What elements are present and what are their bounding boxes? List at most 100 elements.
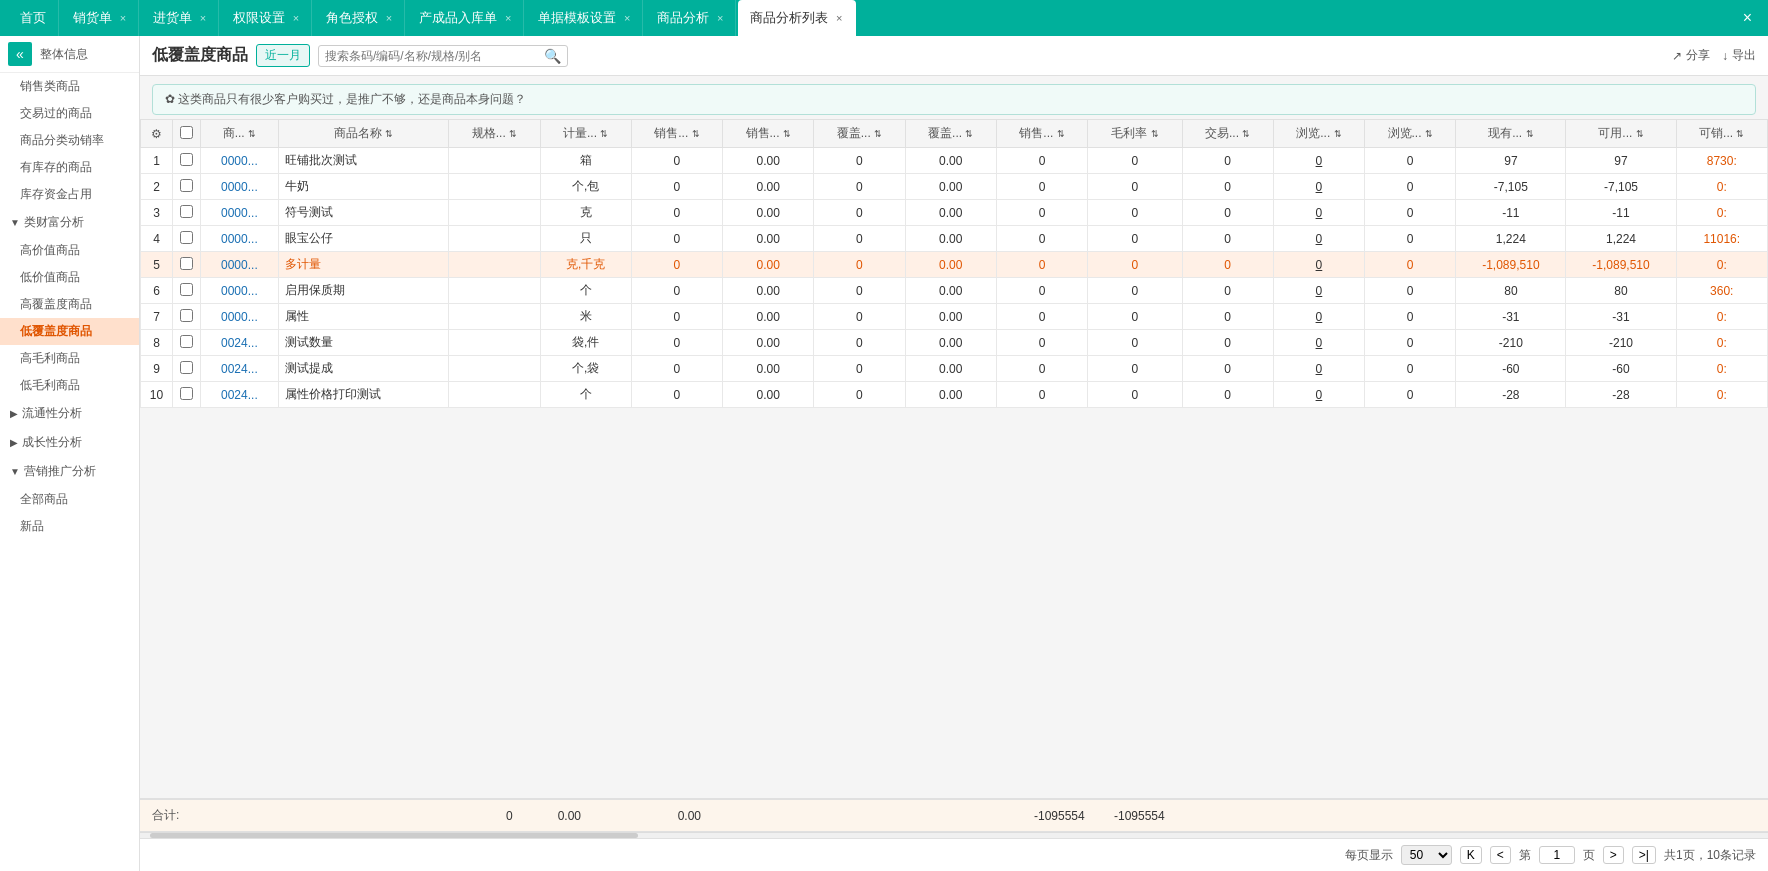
search-input[interactable] (325, 49, 544, 63)
nav-tab-home[interactable]: 首页 (8, 0, 59, 36)
row-select-checkbox[interactable] (180, 257, 193, 270)
sidebar-item-traded-goods[interactable]: 交易过的商品 (0, 100, 139, 127)
row-spec (449, 356, 540, 382)
col-sales-qty[interactable]: 销售... ⇅ (631, 120, 722, 148)
col-unit[interactable]: 计量... ⇅ (540, 120, 631, 148)
row-sales-amt: 0.00 (723, 330, 814, 356)
sidebar-item-category-rate[interactable]: 商品分类动销率 (0, 127, 139, 154)
row-checkbox[interactable] (173, 200, 201, 226)
prev-page-button[interactable]: < (1490, 846, 1511, 864)
row-checkbox[interactable] (173, 330, 201, 356)
nav-tab-permission[interactable]: 权限设置 × (221, 0, 312, 36)
row-sales3: 0 (996, 382, 1087, 408)
row-select-checkbox[interactable] (180, 231, 193, 244)
col-settings[interactable]: ⚙ (141, 120, 173, 148)
sidebar-item-in-stock[interactable]: 有库存的商品 (0, 154, 139, 181)
sidebar-group-growth[interactable]: ▶ 成长性分析 (0, 428, 139, 457)
sidebar-item-all-goods[interactable]: 全部商品 (0, 486, 139, 513)
col-spec[interactable]: 规格... ⇅ (449, 120, 540, 148)
row-checkbox[interactable] (173, 304, 201, 330)
sidebar-item-new-goods[interactable]: 新品 (0, 513, 139, 540)
col-available[interactable]: 可用... ⇅ (1566, 120, 1676, 148)
row-checkbox[interactable] (173, 382, 201, 408)
col-current[interactable]: 现有... ⇅ (1456, 120, 1566, 148)
close-icon[interactable]: × (200, 12, 206, 24)
first-page-button[interactable]: K (1460, 846, 1482, 864)
row-unit: 个 (540, 382, 631, 408)
col-gross[interactable]: 毛利率 ⇅ (1088, 120, 1182, 148)
sidebar-item-high-value[interactable]: 高价值商品 (0, 237, 139, 264)
col-sellable[interactable]: 可销... ⇅ (1676, 120, 1767, 148)
sidebar-collapse-button[interactable]: « (8, 42, 32, 66)
last-page-button[interactable]: >| (1632, 846, 1656, 864)
page-number-input[interactable] (1539, 846, 1575, 864)
col-sales-amt[interactable]: 销售... ⇅ (723, 120, 814, 148)
row-spec (449, 200, 540, 226)
col-checkbox[interactable] (173, 120, 201, 148)
row-checkbox[interactable] (173, 148, 201, 174)
col-trade[interactable]: 交易... ⇅ (1182, 120, 1273, 148)
col-view1[interactable]: 浏览... ⇅ (1273, 120, 1364, 148)
table-container[interactable]: ⚙ 商... ⇅ 商品名称 ⇅ 规格... ⇅ 计量... ⇅ 销售... ⇅ … (140, 119, 1768, 798)
next-page-button[interactable]: > (1603, 846, 1624, 864)
table-row: 10 0024... 属性价格打印测试 个 0 0.00 0 0.00 0 0 … (141, 382, 1768, 408)
select-all-checkbox[interactable] (180, 126, 193, 139)
nav-tab-purchase[interactable]: 进货单 × (141, 0, 219, 36)
col-sales3[interactable]: 销售... ⇅ (996, 120, 1087, 148)
close-icon[interactable]: × (717, 12, 723, 24)
close-all-button[interactable]: × (1735, 9, 1760, 27)
col-code[interactable]: 商... ⇅ (201, 120, 279, 148)
export-button[interactable]: ↓ 导出 (1722, 47, 1756, 64)
row-view1: 0 (1273, 278, 1364, 304)
sidebar-group-wealth[interactable]: ▼ 类财富分析 (0, 208, 139, 237)
nav-tab-product-inbound[interactable]: 产成品入库单 × (407, 0, 524, 36)
row-select-checkbox[interactable] (180, 335, 193, 348)
filter-recent-month-button[interactable]: 近一月 (256, 44, 310, 67)
row-select-checkbox[interactable] (180, 387, 193, 400)
row-name: 牛奶 (278, 174, 449, 200)
sidebar-item-capital[interactable]: 库存资金占用 (0, 181, 139, 208)
nav-tab-product-analysis[interactable]: 商品分析 × (645, 0, 736, 36)
close-icon[interactable]: × (293, 12, 299, 24)
close-icon[interactable]: × (505, 12, 511, 24)
close-icon[interactable]: × (120, 12, 126, 24)
search-icon[interactable]: 🔍 (544, 48, 561, 64)
row-select-checkbox[interactable] (180, 361, 193, 374)
nav-tab-template[interactable]: 单据模板设置 × (526, 0, 643, 36)
sidebar-item-low-margin[interactable]: 低毛利商品 (0, 372, 139, 399)
page-size-select[interactable]: 50 100 200 (1401, 845, 1452, 865)
row-select-checkbox[interactable] (180, 283, 193, 296)
sidebar-item-high-margin[interactable]: 高毛利商品 (0, 345, 139, 372)
row-select-checkbox[interactable] (180, 205, 193, 218)
col-cover1[interactable]: 覆盖... ⇅ (814, 120, 905, 148)
row-select-checkbox[interactable] (180, 309, 193, 322)
row-checkbox[interactable] (173, 226, 201, 252)
content-area: 低覆盖度商品 近一月 🔍 ↗ 分享 ↓ 导出 ✿ 这类商品只有很少客户购买过，是… (140, 36, 1768, 871)
row-cover1: 0 (814, 252, 905, 278)
chevron-right-icon: ▶ (10, 437, 18, 448)
sidebar-group-liquidity[interactable]: ▶ 流通性分析 (0, 399, 139, 428)
close-icon[interactable]: × (624, 12, 630, 24)
nav-tab-product-analysis-list[interactable]: 商品分析列表 × (738, 0, 855, 36)
row-checkbox[interactable] (173, 252, 201, 278)
row-checkbox[interactable] (173, 174, 201, 200)
row-checkbox[interactable] (173, 278, 201, 304)
sidebar-item-low-coverage[interactable]: 低覆盖度商品 (0, 318, 139, 345)
close-icon[interactable]: × (386, 12, 392, 24)
row-checkbox[interactable] (173, 356, 201, 382)
col-view2[interactable]: 浏览... ⇅ (1365, 120, 1456, 148)
row-code: 0000... (201, 200, 279, 226)
row-select-checkbox[interactable] (180, 153, 193, 166)
nav-tab-sales[interactable]: 销货单 × (61, 0, 139, 36)
sidebar-group-marketing[interactable]: ▼ 营销推广分析 (0, 457, 139, 486)
row-current: 1,224 (1456, 226, 1566, 252)
sidebar-item-high-coverage[interactable]: 高覆盖度商品 (0, 291, 139, 318)
nav-tab-role[interactable]: 角色授权 × (314, 0, 405, 36)
close-icon[interactable]: × (836, 12, 842, 24)
row-select-checkbox[interactable] (180, 179, 193, 192)
col-name[interactable]: 商品名称 ⇅ (278, 120, 449, 148)
share-button[interactable]: ↗ 分享 (1672, 47, 1710, 64)
sidebar-item-low-value[interactable]: 低价值商品 (0, 264, 139, 291)
sidebar-item-sales-goods[interactable]: 销售类商品 (0, 73, 139, 100)
col-cover2[interactable]: 覆盖... ⇅ (905, 120, 996, 148)
